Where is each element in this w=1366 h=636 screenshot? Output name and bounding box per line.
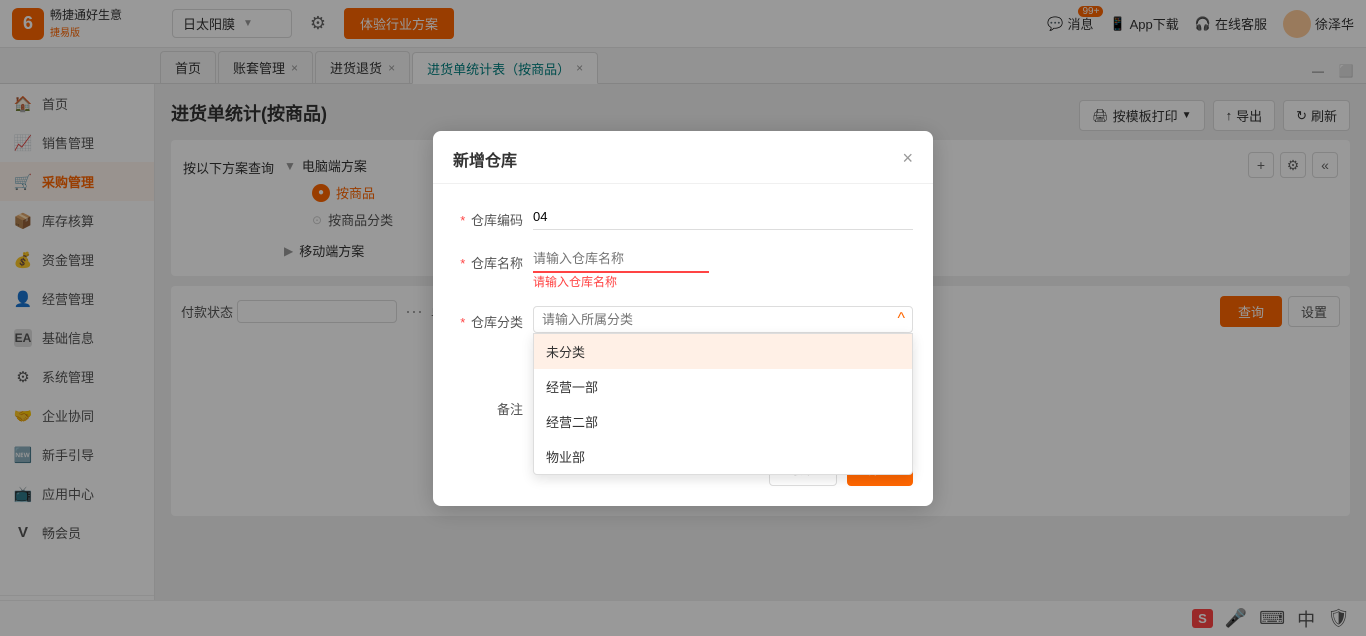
modal-header: 新增仓库 ×	[433, 131, 933, 184]
required-star-3: *	[460, 315, 465, 330]
warehouse-code-input[interactable]	[533, 204, 913, 230]
dropdown-item-uncategorized[interactable]: 未分类	[534, 334, 912, 369]
warehouse-code-label: * 仓库编码	[453, 204, 533, 229]
warehouse-category-label: * 仓库分类	[453, 306, 533, 331]
warehouse-name-label: * 仓库名称	[453, 247, 533, 272]
required-star-1: *	[460, 213, 465, 228]
category-dropdown-list: 未分类 经营一部 经营二部 物业部	[533, 333, 913, 475]
category-dropdown-arrow[interactable]: ^	[897, 310, 905, 328]
category-input-wrapper: ^	[533, 306, 913, 333]
warehouse-code-row: * 仓库编码	[453, 204, 913, 230]
modal-title: 新增仓库	[453, 147, 517, 171]
modal-new-warehouse: 新增仓库 × * 仓库编码 * 仓库名称	[433, 131, 933, 506]
dropdown-item-dept2[interactable]: 经营二部	[534, 404, 912, 439]
dropdown-item-dept3[interactable]: 物业部	[534, 439, 912, 474]
modal-overlay[interactable]: 新增仓库 × * 仓库编码 * 仓库名称	[0, 0, 1366, 636]
warehouse-name-row: * 仓库名称 请输入仓库名称	[453, 246, 913, 290]
dropdown-item-dept1[interactable]: 经营一部	[534, 369, 912, 404]
warehouse-name-error: 请输入仓库名称	[533, 273, 617, 290]
warehouse-name-input[interactable]	[533, 246, 709, 273]
warehouse-category-row: * 仓库分类 ^ 未分类 经营一部 经营二部 物业部	[453, 306, 913, 333]
notes-label: 备注	[453, 393, 533, 418]
modal-close-button[interactable]: ×	[902, 148, 913, 169]
modal-body: * 仓库编码 * 仓库名称 请输入仓库名称	[433, 184, 933, 419]
required-star-2: *	[460, 256, 465, 271]
warehouse-category-input[interactable]	[533, 306, 913, 333]
